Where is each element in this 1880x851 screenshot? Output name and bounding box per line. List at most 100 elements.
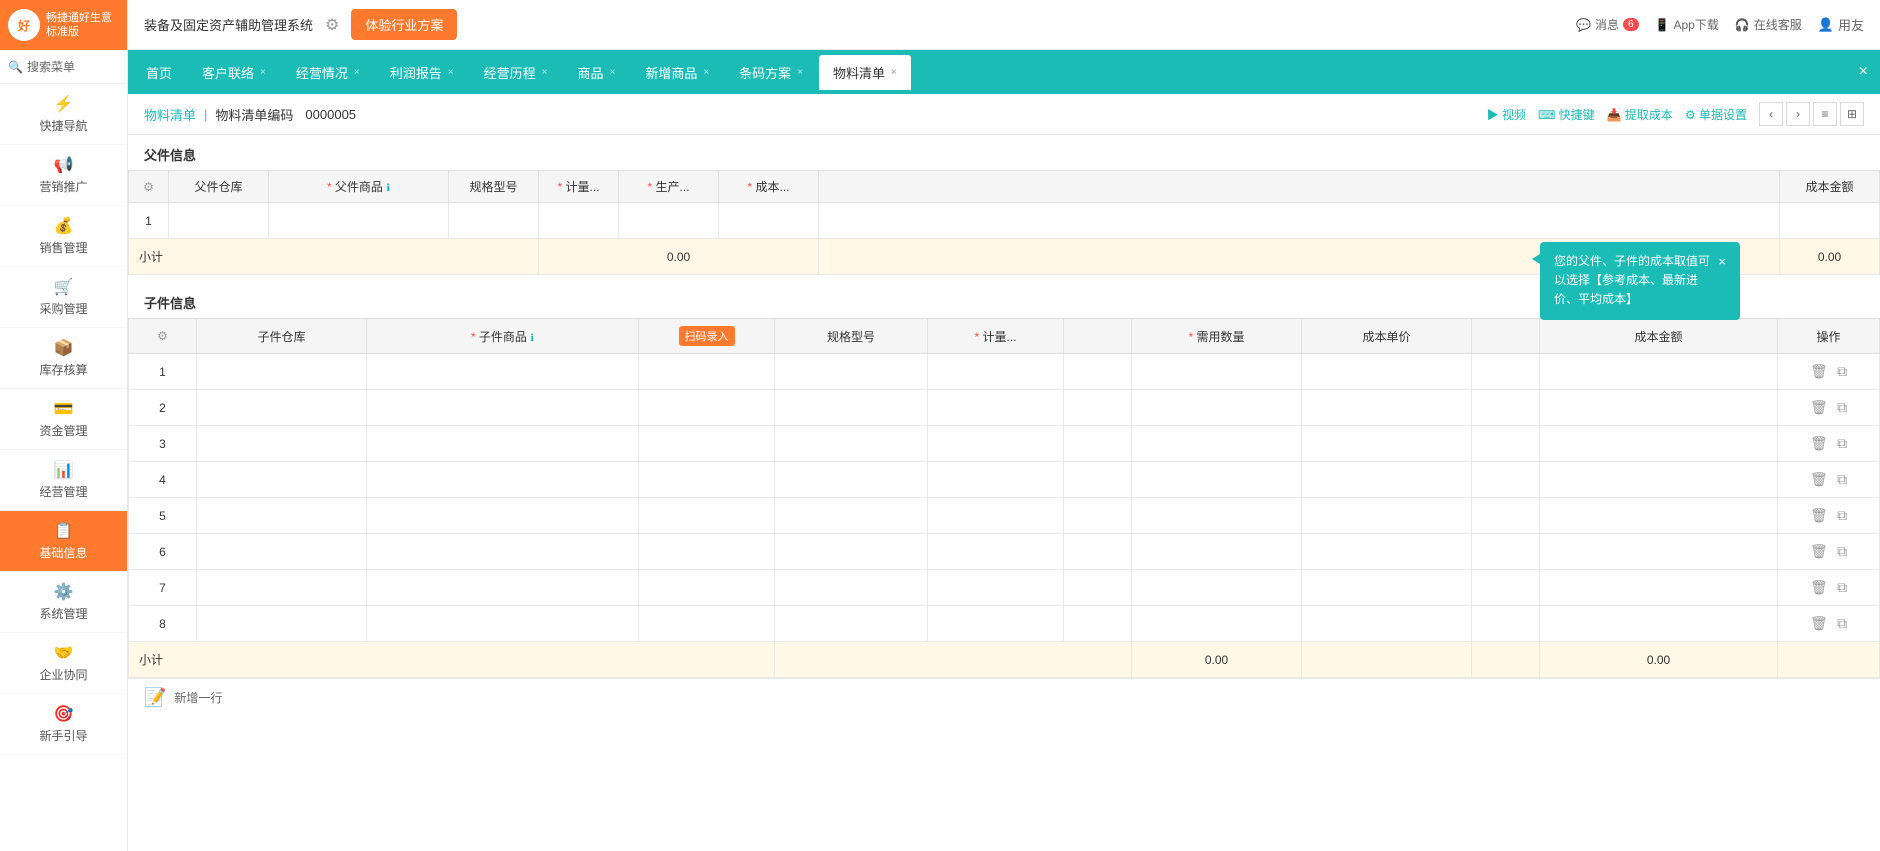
tab-bom[interactable]: 物料清单 × (819, 55, 911, 90)
child-row-5-unit[interactable] (928, 498, 1064, 534)
parent-col-settings[interactable]: ⚙ (129, 171, 169, 203)
child-row-1-spec[interactable] (775, 354, 928, 390)
child-row-8-warehouse[interactable] (197, 606, 367, 642)
tab-barcode-close[interactable]: × (797, 67, 803, 78)
tab-new-goods[interactable]: 新增商品 × (631, 55, 723, 90)
child-row-5-qty[interactable] (1132, 498, 1302, 534)
online-service-btn[interactable]: 🎧 在线客服 (1735, 16, 1802, 33)
delete-icon-5[interactable]: 🗑 (1807, 507, 1831, 523)
scan-btn[interactable]: 扫码录入 (679, 326, 735, 346)
sidebar-item-marketing[interactable]: 📢 营销推广 (0, 145, 127, 206)
child-row-4-goods[interactable] (367, 462, 639, 498)
parent-row-1-spec[interactable] (449, 203, 539, 239)
child-row-3-goods[interactable] (367, 426, 639, 462)
copy-icon-7[interactable]: ⧉ (1834, 579, 1850, 595)
app-download-btn[interactable]: 📱 App下载 (1655, 16, 1719, 33)
tab-new-goods-close[interactable]: × (703, 67, 709, 78)
child-row-6-qty[interactable] (1132, 534, 1302, 570)
sidebar-item-operations[interactable]: 📊 经营管理 (0, 450, 127, 511)
tab-history-close[interactable]: × (542, 67, 548, 78)
child-row-6-goods[interactable] (367, 534, 639, 570)
child-row-2-goods[interactable] (367, 390, 639, 426)
child-col-scan[interactable]: 扫码录入 (639, 319, 775, 354)
nav-prev-btn[interactable]: ‹ (1759, 102, 1783, 126)
child-row-5-warehouse[interactable] (197, 498, 367, 534)
nav-close-all[interactable]: × (1851, 59, 1876, 85)
tab-operations[interactable]: 经营情况 × (282, 55, 374, 90)
tab-barcode[interactable]: 条码方案 × (725, 55, 817, 90)
action-video[interactable]: ▶ 视频 (1487, 106, 1526, 123)
user-btn[interactable]: 👤 用友 (1818, 15, 1864, 34)
copy-icon-4[interactable]: ⧉ (1834, 471, 1850, 487)
add-row-label[interactable]: 新增一行 (174, 689, 222, 706)
tooltip-close-btn[interactable]: × (1718, 252, 1726, 273)
child-row-5-unit-cost[interactable] (1302, 498, 1472, 534)
message-btn[interactable]: 💬 消息 6 (1576, 16, 1639, 33)
child-row-8-spec[interactable] (775, 606, 928, 642)
child-row-4-unit[interactable] (928, 462, 1064, 498)
child-row-1-qty[interactable] (1132, 354, 1302, 390)
child-row-4-unit-cost[interactable] (1302, 462, 1472, 498)
child-row-1-goods[interactable] (367, 354, 639, 390)
child-row-6-spec[interactable] (775, 534, 928, 570)
child-row-8-unit-cost[interactable] (1302, 606, 1472, 642)
copy-icon-2[interactable]: ⧉ (1834, 399, 1850, 415)
tab-customer[interactable]: 客户联络 × (188, 55, 280, 90)
sidebar-item-system[interactable]: ⚙️ 系统管理 (0, 572, 127, 633)
child-row-7-spec[interactable] (775, 570, 928, 606)
sidebar-item-guide[interactable]: 🎯 新手引导 (0, 694, 127, 755)
child-row-5-goods[interactable] (367, 498, 639, 534)
add-row-icon[interactable]: 📝 (144, 687, 166, 708)
sidebar-item-inventory[interactable]: 📦 库存核算 (0, 328, 127, 389)
action-cost[interactable]: 📥 提取成本 (1607, 106, 1673, 123)
delete-icon-1[interactable]: 🗑 (1807, 363, 1831, 379)
child-row-3-warehouse[interactable] (197, 426, 367, 462)
tab-operations-close[interactable]: × (354, 67, 360, 78)
child-row-3-unit-cost[interactable] (1302, 426, 1472, 462)
tab-profit-close[interactable]: × (448, 67, 454, 78)
child-row-7-goods[interactable] (367, 570, 639, 606)
sidebar-item-finance[interactable]: 💳 资金管理 (0, 389, 127, 450)
child-row-8-goods[interactable] (367, 606, 639, 642)
delete-icon-3[interactable]: 🗑 (1807, 435, 1831, 451)
delete-icon-2[interactable]: 🗑 (1807, 399, 1831, 415)
breadcrumb-item-bom[interactable]: 物料清单 (144, 105, 196, 124)
child-row-6-unit-cost[interactable] (1302, 534, 1472, 570)
child-row-2-spec[interactable] (775, 390, 928, 426)
parent-row-1-cost[interactable] (719, 203, 819, 239)
child-row-1-unit-cost[interactable] (1302, 354, 1472, 390)
delete-icon-4[interactable]: 🗑 (1807, 471, 1831, 487)
child-row-3-qty[interactable] (1132, 426, 1302, 462)
tab-goods[interactable]: 商品 × (563, 55, 629, 90)
child-row-6-warehouse[interactable] (197, 534, 367, 570)
child-row-4-warehouse[interactable] (197, 462, 367, 498)
child-row-3-unit[interactable] (928, 426, 1064, 462)
child-row-7-unit[interactable] (928, 570, 1064, 606)
child-row-1-warehouse[interactable] (197, 354, 367, 390)
parent-row-1-warehouse[interactable] (169, 203, 269, 239)
child-row-5-spec[interactable] (775, 498, 928, 534)
sidebar-search[interactable]: 🔍 搜索菜单 (0, 50, 127, 84)
child-row-1-unit[interactable] (928, 354, 1064, 390)
sidebar-item-quick-nav[interactable]: ⚡ 快捷导航 (0, 84, 127, 145)
child-row-2-unit[interactable] (928, 390, 1064, 426)
child-row-6-unit[interactable] (928, 534, 1064, 570)
delete-icon-7[interactable]: 🗑 (1807, 579, 1831, 595)
nav-menu-btn[interactable]: ≡ (1813, 102, 1837, 126)
sidebar-item-collab[interactable]: 🤝 企业协同 (0, 633, 127, 694)
sidebar-item-sales[interactable]: 💰 销售管理 (0, 206, 127, 267)
delete-icon-6[interactable]: 🗑 (1807, 543, 1831, 559)
settings-gear-icon[interactable]: ⚙ (325, 15, 339, 35)
nav-next-btn[interactable]: › (1786, 102, 1810, 126)
sidebar-item-purchase[interactable]: 🛒 采购管理 (0, 267, 127, 328)
child-row-3-spec[interactable] (775, 426, 928, 462)
child-col-settings[interactable]: ⚙ (129, 319, 197, 354)
tab-profit[interactable]: 利润报告 × (376, 55, 468, 90)
parent-row-1-prod[interactable] (619, 203, 719, 239)
child-row-4-qty[interactable] (1132, 462, 1302, 498)
tab-customer-close[interactable]: × (260, 67, 266, 78)
child-row-8-qty[interactable] (1132, 606, 1302, 642)
tab-bom-close[interactable]: × (891, 67, 897, 78)
child-row-2-warehouse[interactable] (197, 390, 367, 426)
child-row-7-unit-cost[interactable] (1302, 570, 1472, 606)
